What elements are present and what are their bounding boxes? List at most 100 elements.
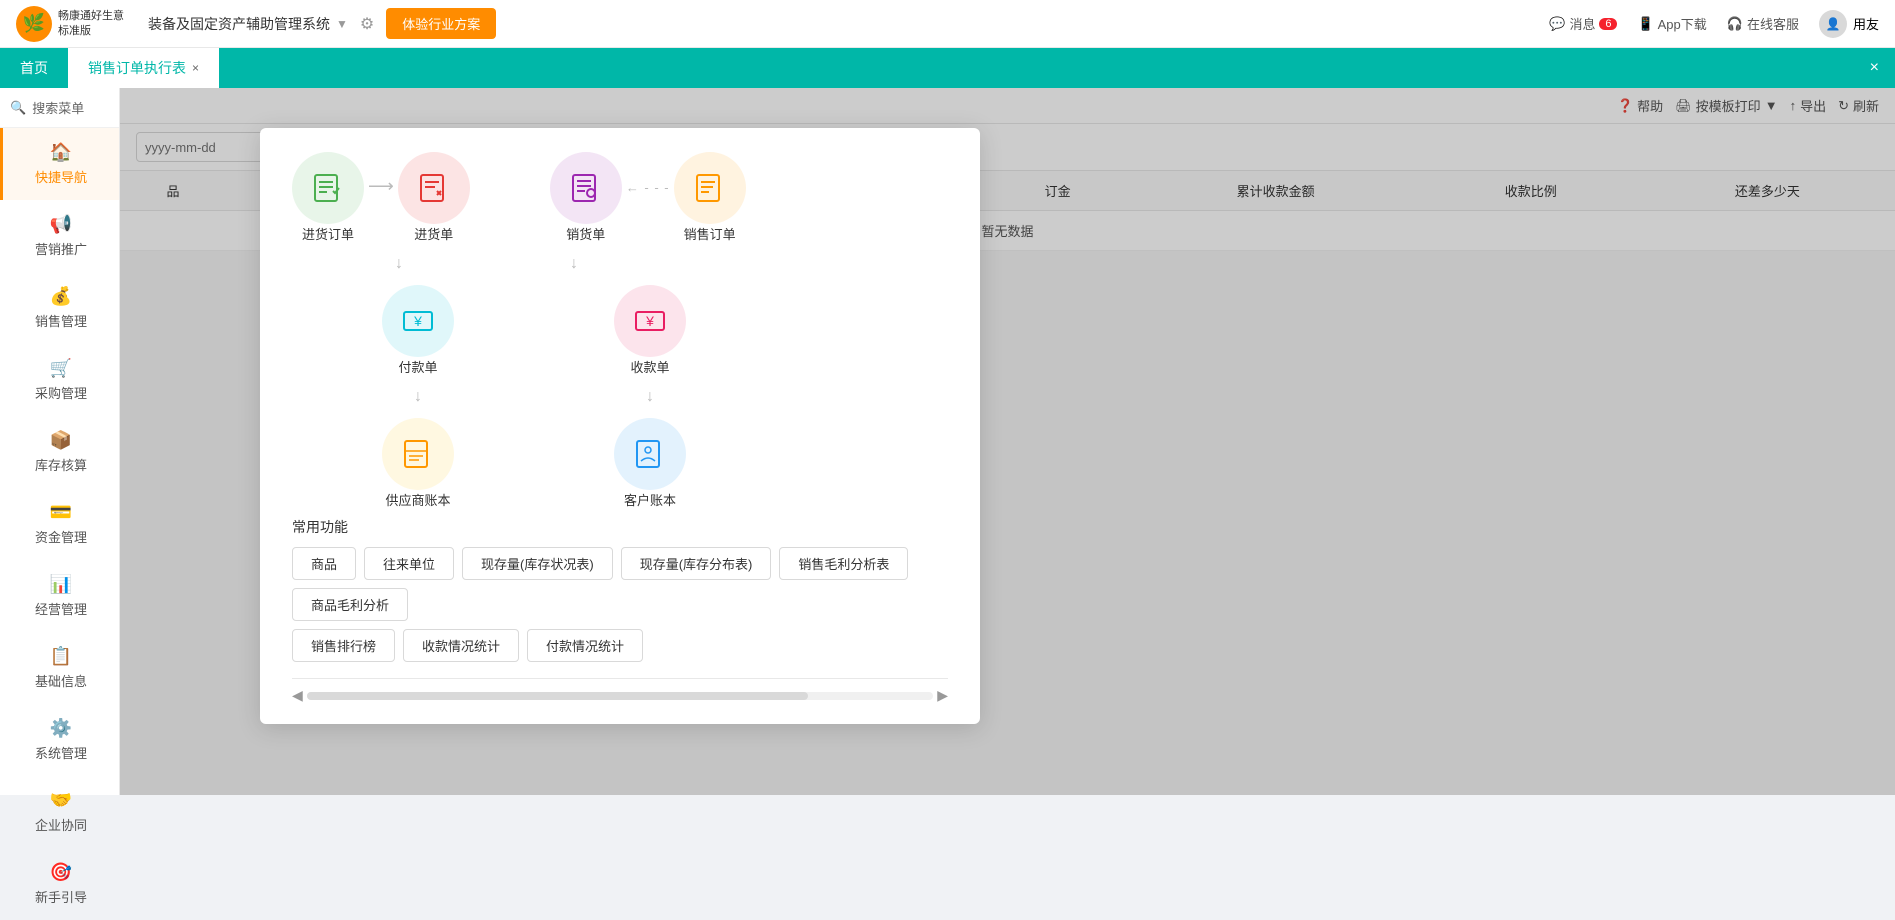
nav-close-button[interactable]: × [1870,59,1879,77]
arrow-right-1: ⟶ [368,152,394,197]
common-btn-inventory-dist[interactable]: 现存量(库存分布表) [621,547,772,580]
sidebar-item-basic-info[interactable]: 📋 基础信息 [0,632,119,704]
sidebar-item-sales[interactable]: 💰 销售管理 [0,272,119,344]
common-btn-sales-ranking[interactable]: 销售排行榜 [292,629,395,662]
common-btn-product-profit[interactable]: 商品毛利分析 [292,588,408,621]
arrow-down-payment: ↓ [382,384,454,410]
top-header: 🌿 畅康通好生意 标准版 装备及固定资产辅助管理系统 ▼ ⚙ 体验行业方案 💬 … [0,0,1895,48]
finance-icon: 💳 [50,502,72,523]
flow-label-supplier-ledger: 供应商账本 [385,490,450,509]
arrow-down-purchase: ↓ [364,251,414,277]
scroll-left-arrow[interactable]: ◀ [292,687,303,704]
common-btn-sales-profit[interactable]: 销售毛利分析表 [779,547,908,580]
common-btn-partner[interactable]: 往来单位 [364,547,454,580]
sidebar-item-shortcut[interactable]: 🏠 快捷导航 [0,128,119,200]
scroll-track[interactable] [307,692,933,700]
system-title: 装备及固定资产辅助管理系统 ▼ [148,14,348,34]
logo-text: 畅康通好生意 标准版 [58,9,124,38]
app-icon: 📱 [1637,16,1653,32]
sales-icon: 💰 [50,286,72,307]
avatar: 👤 [1819,10,1847,38]
sidebar-search[interactable]: 🔍 搜索菜单 [0,88,119,128]
sidebar-item-marketing[interactable]: 📢 营销推广 [0,200,119,272]
flow-col-xiaohuo: 销货单 [550,152,622,243]
dropdown-icon[interactable]: ▼ [336,17,348,31]
flow-col-shoukuan: ¥ 收款单 [614,285,686,376]
sidebar-item-operations[interactable]: 📊 经营管理 [0,560,119,632]
sidebar-item-purchase[interactable]: 🛒 采购管理 [0,344,119,416]
flow-node-purchase-bill[interactable] [398,152,470,224]
tab-sales-order[interactable]: 销售订单执行表 × [68,48,219,88]
flow-label-customer-ledger: 客户账本 [624,490,676,509]
flow-col-customer-ledger: 客户账本 [614,418,686,509]
flow-label-sales-bill: 销货单 [566,224,605,243]
logo-area: 🌿 畅康通好生意 标准版 [16,6,136,42]
flow-row-arrows-2: ↓ ↓ [292,384,948,410]
arrow-down-receipt: ↓ [614,384,686,410]
flow-label-sales-order: 销售订单 [684,224,736,243]
home-icon: 🏠 [50,142,72,163]
sidebar-item-enterprise[interactable]: 🤝 企业协同 [0,776,119,848]
customer-ledger-icon [633,437,667,471]
common-btn-product[interactable]: 商品 [292,547,356,580]
content-area: ❓ 帮助 🖨 按模板打印 ▼ ↑ 导出 ↻ 刷新 📅 ~ 📅 [120,88,1895,795]
flow-row-arrows: ↓ ↓ [292,251,948,277]
common-section: 常用功能 商品 往来单位 现存量(库存状况表) 现存量(库存分布表) 销售毛利分… [292,517,948,662]
common-btn-payment-stats[interactable]: 付款情况统计 [527,629,643,662]
message-badge: 6 [1599,18,1617,30]
sidebar-item-newbie[interactable]: 🎯 新手引导 [0,848,119,920]
user-area[interactable]: 👤 用友 [1819,10,1879,38]
online-service-action[interactable]: 🎧 在线客服 [1727,14,1799,33]
arrow-down-sales: ↓ [544,251,594,277]
tab-close-icon[interactable]: × [192,61,199,75]
modal: 进货订单 ⟶ 进货单 [260,128,980,724]
logo-icon: 🌿 [16,6,52,42]
purchase-icon: 🛒 [50,358,72,379]
arrow-down-icon-3: ↓ [382,388,454,406]
flow-node-sales-bill[interactable] [550,152,622,224]
flow-node-sales-order[interactable] [674,152,746,224]
settings-icon[interactable]: ⚙ [360,14,374,34]
flow-node-purchase-order[interactable] [292,152,364,224]
flow-node-supplier-ledger[interactable] [382,418,454,490]
flow-label-receipt: 收款单 [630,357,669,376]
scroll-right-arrow[interactable]: ▶ [937,687,948,704]
common-btn-inventory-status[interactable]: 现存量(库存状况表) [462,547,613,580]
flow-col-jinhuodan: 进货单 [398,152,470,243]
arrow-down-icon-4: ↓ [614,388,686,406]
flow-node-receipt[interactable]: ¥ [614,285,686,357]
trial-button[interactable]: 体验行业方案 [386,8,496,39]
nav-tabs: 首页 销售订单执行表 × × [0,48,1895,88]
flow-row-2: ¥ 付款单 ¥ [292,285,948,376]
flow-node-customer-ledger[interactable] [614,418,686,490]
inventory-icon: 📦 [50,430,72,451]
header-left: 🌿 畅康通好生意 标准版 装备及固定资产辅助管理系统 ▼ ⚙ 体验行业方案 [16,6,496,42]
app-download-action[interactable]: 📱 App下载 [1637,14,1706,33]
tab-home[interactable]: 首页 [0,48,68,88]
flow-label-purchase-order: 进货订单 [302,224,354,243]
sidebar-item-system[interactable]: ⚙️ 系统管理 [0,704,119,776]
flow-node-payment[interactable]: ¥ [382,285,454,357]
newbie-icon: 🎯 [50,862,72,883]
modal-scrollbar: ◀ ▶ [292,678,948,704]
flow-col-jinhuodindan: 进货订单 [292,152,364,243]
message-action[interactable]: 💬 消息 6 [1549,14,1617,33]
purchase-bill-icon [417,171,451,205]
sidebar-item-inventory[interactable]: 📦 库存核算 [0,416,119,488]
flow-row-1: 进货订单 ⟶ 进货单 [292,152,948,243]
scroll-thumb [307,692,808,700]
main-layout: 🔍 搜索菜单 🏠 快捷导航 📢 营销推广 💰 销售管理 🛒 采购管理 📦 库存核… [0,88,1895,795]
common-btn-receipt-stats[interactable]: 收款情况统计 [403,629,519,662]
supplier-ledger-icon [401,437,435,471]
modal-overlay: 进货订单 ⟶ 进货单 [120,88,1895,795]
flow-label-purchase-bill: 进货单 [414,224,453,243]
receipt-icon: ¥ [633,304,667,338]
flow-label-payment: 付款单 [398,357,437,376]
info-icon: 📋 [50,646,72,667]
sidebar-item-finance[interactable]: 💳 资金管理 [0,488,119,560]
dashed-arrow-right: ← - - - [626,152,670,195]
svg-text:¥: ¥ [413,313,422,329]
flow-col-xiaoshoudindan: 销售订单 [674,152,746,243]
flow-col-supplier-ledger: 供应商账本 [382,418,454,509]
purchase-order-icon [311,171,345,205]
